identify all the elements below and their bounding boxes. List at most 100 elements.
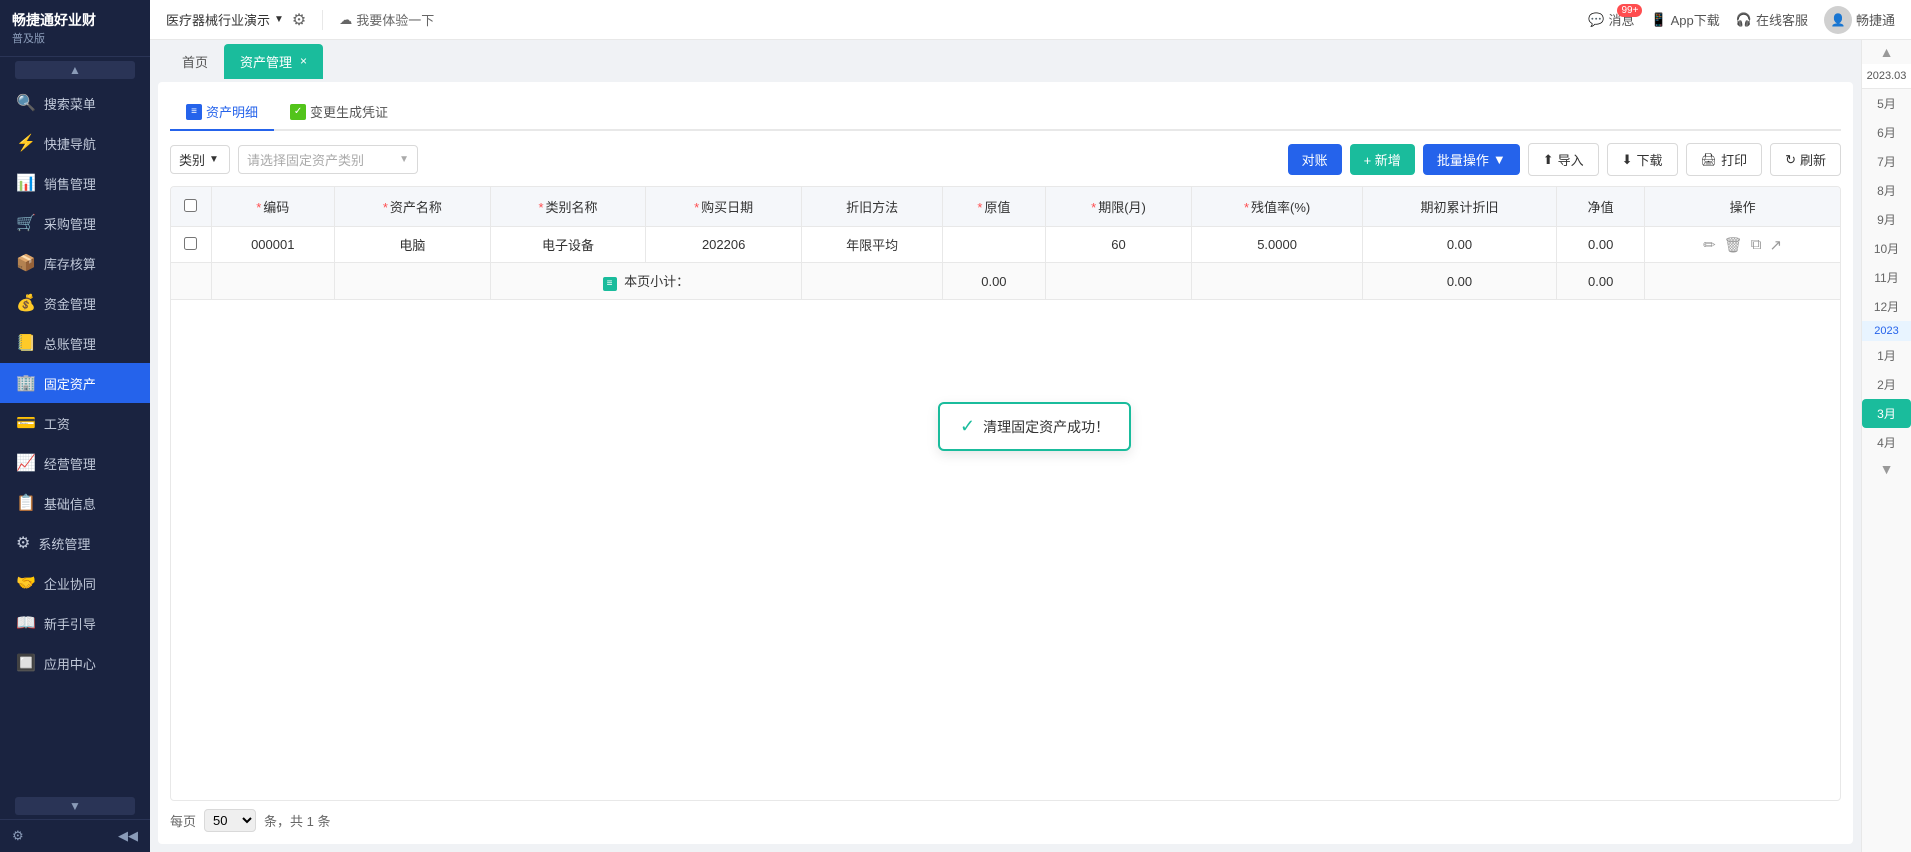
calendar-month-12[interactable]: 12月 <box>1862 292 1911 321</box>
calendar-month-1[interactable]: 1月 <box>1862 341 1911 370</box>
account-btn[interactable]: 对账 <box>1288 144 1342 175</box>
sidebar-item-ledger[interactable]: 📒总账管理 <box>0 323 150 363</box>
sidebar-scroll-up-btn[interactable]: ▲ <box>15 61 135 79</box>
search-icon: 🔍 <box>16 93 36 113</box>
calendar-month-9[interactable]: 9月 <box>1862 205 1911 234</box>
inventory-icon: 📦 <box>16 253 36 273</box>
sidebar-item-coop[interactable]: 🤝企业协同 <box>0 563 150 603</box>
tab-close-icon[interactable]: × <box>300 54 307 68</box>
calendar-month-4[interactable]: 4月 <box>1862 428 1911 457</box>
calendar-nav-up[interactable]: ▲ <box>1862 40 1911 64</box>
calendar-month-11[interactable]: 11月 <box>1862 263 1911 292</box>
delete-icon[interactable]: 🗑 <box>1724 236 1743 254</box>
batch-chevron-icon: ▼ <box>1493 152 1506 167</box>
calendar-month-8[interactable]: 8月 <box>1862 176 1911 205</box>
sidebar-item-app-center[interactable]: 🔲应用中心 <box>0 643 150 683</box>
sidebar-label-ops: 经营管理 <box>44 454 96 473</box>
subtotal-icon: ≡ <box>603 277 617 291</box>
per-page-label: 每页 <box>170 811 196 830</box>
toast-message: 清理固定资产成功！ <box>983 417 1109 437</box>
calendar-month-5[interactable]: 5月 <box>1862 89 1911 118</box>
sub-tab-voucher[interactable]: ✓ 变更生成凭证 <box>274 94 404 131</box>
sidebar-label-sales: 销售管理 <box>44 174 96 193</box>
topbar-message[interactable]: 💬 消息 99+ <box>1588 10 1634 29</box>
tab-home[interactable]: 首页 <box>166 44 224 79</box>
calendar-month-7[interactable]: 7月 <box>1862 147 1911 176</box>
sidebar-item-inventory[interactable]: 📦 库存核算 <box>0 243 150 283</box>
page-content: ≡ 资产明细 ✓ 变更生成凭证 类别 ▼ <box>158 82 1853 844</box>
sidebar-label-basic-info: 基础信息 <box>44 494 96 513</box>
sidebar-item-fixed-assets[interactable]: 🏢固定资产 <box>0 363 150 403</box>
sidebar-item-ops[interactable]: 📈经营管理 <box>0 443 150 483</box>
sub-tab-asset-detail[interactable]: ≡ 资产明细 <box>170 94 274 131</box>
print-btn[interactable]: 🖨 打印 <box>1686 143 1763 176</box>
th-action: 操作 <box>1645 187 1840 227</box>
sidebar-collapse-icon[interactable]: ◀◀ <box>118 828 138 844</box>
topbar-settings-icon[interactable]: ⚙ <box>292 10 306 30</box>
topbar-experience[interactable]: ☁ 我要体验一下 <box>339 10 434 29</box>
success-toast: ✓ 清理固定资产成功！ <box>938 402 1131 451</box>
table-header: *编码 *资产名称 *类别名称 *购买日期 折旧方法 *原值 *期限(月) *残… <box>171 187 1840 227</box>
tab-bar: 首页 资产管理 × <box>150 40 1861 82</box>
company-dropdown-icon: ▼ <box>274 14 284 25</box>
sub-tabs: ≡ 资产明细 ✓ 变更生成凭证 <box>170 94 1841 131</box>
th-depreciation-method: 折旧方法 <box>801 187 942 227</box>
row-purchase-date: 202206 <box>646 227 802 263</box>
import-btn[interactable]: ⬆ 导入 <box>1528 143 1599 176</box>
sidebar-item-guide[interactable]: 📖新手引导 <box>0 603 150 643</box>
quick-nav-icon: ⚡ <box>16 133 36 153</box>
row-original-value <box>943 227 1045 263</box>
sidebar-item-system[interactable]: ⚙系统管理 <box>0 523 150 563</box>
row-checkbox-cell <box>171 227 211 263</box>
sidebar-label-inventory: 库存核算 <box>44 254 96 273</box>
avatar-icon: 👤 <box>1831 13 1846 27</box>
subtotal-row: ≡ 本页小计： 0.00 0.00 0.00 <box>171 263 1840 300</box>
sidebar-item-basic-info[interactable]: 📋基础信息 <box>0 483 150 523</box>
table-body: 000001 电脑 电子设备 202206 年限平均 60 5.0000 0.0… <box>171 227 1840 300</box>
th-name: *资产名称 <box>335 187 491 227</box>
batch-btn[interactable]: 批量操作 ▼ <box>1423 144 1520 175</box>
filter-category-select[interactable]: 类别 ▼ <box>170 145 230 174</box>
sidebar-item-quick-nav[interactable]: ⚡快捷导航 <box>0 123 150 163</box>
filter-category-input[interactable]: 请选择固定资产类别 ▼ <box>238 145 418 174</box>
topbar-company[interactable]: 医疗器械行业演示 ▼ <box>166 10 284 29</box>
row-checkbox[interactable] <box>184 237 197 250</box>
topbar-user[interactable]: 👤 畅捷通 <box>1824 6 1895 34</box>
toolbar-left: 类别 ▼ 请选择固定资产类别 ▼ <box>170 145 418 174</box>
select-all-checkbox[interactable] <box>184 199 197 212</box>
sidebar-item-purchase[interactable]: 🛒采购管理 <box>0 203 150 243</box>
tab-asset-label: 资产管理 <box>240 52 292 71</box>
calendar-month-6[interactable]: 6月 <box>1862 118 1911 147</box>
content-wrapper: 首页 资产管理 × ≡ 资产明细 ✓ 变更生成凭证 <box>150 40 1911 852</box>
calendar-month-2[interactable]: 2月 <box>1862 370 1911 399</box>
more-icon[interactable]: ↗ <box>1769 236 1782 254</box>
calendar-month-10[interactable]: 10月 <box>1862 234 1911 263</box>
sidebar-item-search[interactable]: 🔍搜索菜单 <box>0 83 150 123</box>
th-residual-rate: *残值率(%) <box>1192 187 1362 227</box>
sidebar-item-sales[interactable]: 📊销售管理 <box>0 163 150 203</box>
page-size-select[interactable]: 50 100 <box>204 809 256 832</box>
asset-detail-tab-icon: ≡ <box>186 104 202 120</box>
edit-icon[interactable]: ✏ <box>1703 236 1716 254</box>
voucher-tab-icon: ✓ <box>290 104 306 120</box>
sidebar-scroll-down-btn[interactable]: ▼ <box>15 797 135 815</box>
calendar-year-2023: 2023 <box>1862 321 1911 341</box>
gear-icon[interactable]: ⚙ <box>12 828 24 844</box>
topbar-app-download[interactable]: 📱 App下载 <box>1650 10 1719 29</box>
right-calendar: ▲ 2023.03 5月 6月 7月 8月 9月 10月 11月 12月 202… <box>1861 40 1911 852</box>
print-label: 打印 <box>1721 150 1747 169</box>
topbar-online-support[interactable]: 🎧 在线客服 <box>1736 10 1808 29</box>
print-icon: 🖨 <box>1701 152 1718 168</box>
refresh-btn[interactable]: ↻ 刷新 <box>1770 143 1841 176</box>
filter-label: 类别 <box>179 150 205 169</box>
copy-icon[interactable]: ⧉ <box>1751 236 1762 253</box>
calendar-month-3-active[interactable]: 3月 <box>1862 399 1911 428</box>
new-btn[interactable]: + 新增 <box>1350 144 1415 175</box>
calendar-nav-down[interactable]: ▼ <box>1862 457 1911 481</box>
download-btn[interactable]: ⬇ 下载 <box>1607 143 1678 176</box>
sidebar-item-payroll[interactable]: 💳工资 <box>0 403 150 443</box>
tab-asset-management[interactable]: 资产管理 × <box>224 44 323 79</box>
refresh-icon: ↻ <box>1785 152 1796 168</box>
sidebar-bottom: ⚙ ◀◀ <box>0 819 150 852</box>
sidebar-item-funds[interactable]: 💰资金管理 <box>0 283 150 323</box>
